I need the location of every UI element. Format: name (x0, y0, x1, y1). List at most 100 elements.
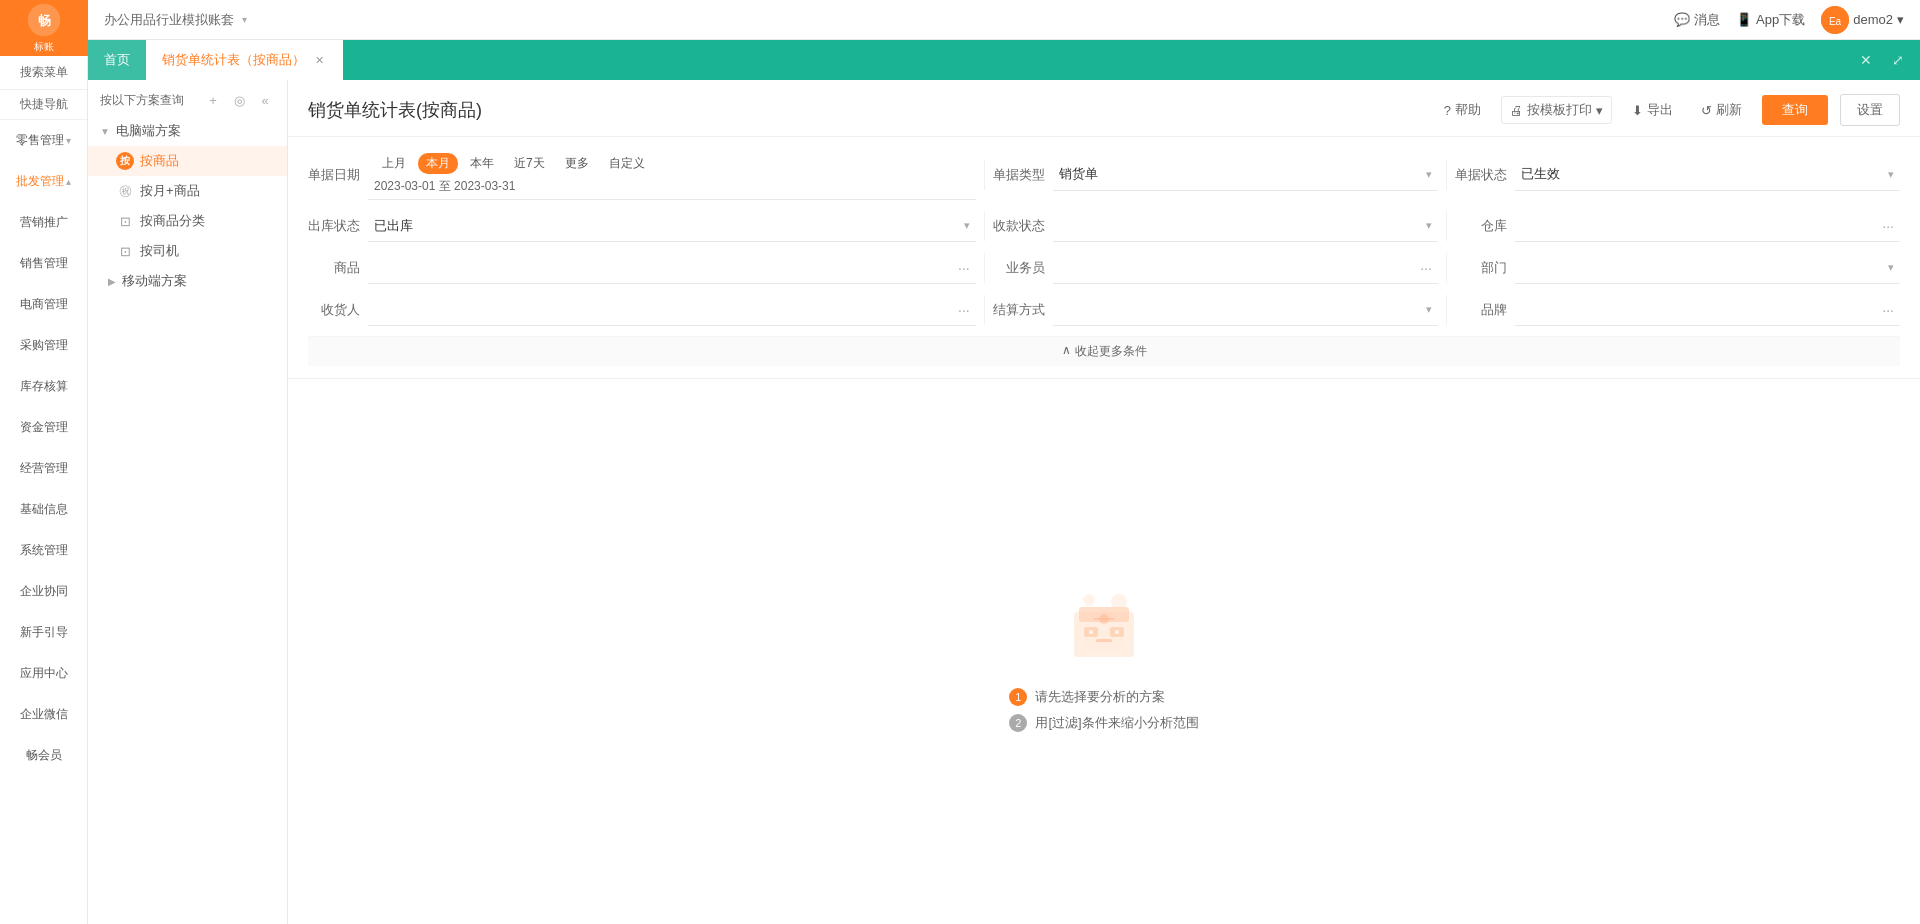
date-range-text: 2023-03-01 至 2023-03-31 (374, 178, 515, 195)
date-btn-more[interactable]: 更多 (557, 153, 597, 174)
tree-mobile-parent[interactable]: ▶ 移动端方案 (88, 266, 287, 296)
date-btn-this-year[interactable]: 本年 (462, 153, 502, 174)
sidebar-item-inventory-label: 库存核算 (20, 378, 68, 395)
out-status-label: 出库状态 (308, 217, 368, 235)
collapse-panel-button[interactable]: « (255, 90, 275, 110)
message-action[interactable]: 💬 消息 (1674, 11, 1720, 29)
tab-report[interactable]: 销货单统计表（按商品） ✕ (146, 40, 343, 80)
tree-child-by-cashier[interactable]: ⊡ 按司机 (88, 236, 287, 266)
page-header: 销货单统计表(按商品) ? 帮助 🖨 按模板打印 ▾ ⬇ 导出 (288, 80, 1920, 137)
date-btn-7days[interactable]: 近7天 (506, 153, 553, 174)
sep5 (984, 253, 985, 283)
tree-child-by-category[interactable]: ⊡ 按商品分类 (88, 206, 287, 236)
salesperson-label: 业务员 (993, 259, 1053, 277)
tree-desktop-parent[interactable]: ▼ 电脑端方案 (88, 116, 287, 146)
sidebar: 畅 标账 搜索菜单 快捷导航 零售管理 ▾ 批发管理 ▴ 营销推广 销售管理 电… (0, 0, 88, 924)
avatar: Ea (1821, 6, 1849, 34)
out-status-control[interactable]: 已出库 ▾ (368, 210, 976, 242)
sidebar-item-appcenter[interactable]: 应用中心 (0, 653, 87, 694)
product-control[interactable]: ··· (368, 252, 976, 284)
tabbar-actions: ✕ ⤢ (1852, 46, 1920, 74)
date-btn-custom[interactable]: 自定义 (601, 153, 653, 174)
print-button[interactable]: 🖨 按模板打印 ▾ (1501, 96, 1612, 124)
app-download-action[interactable]: 📱 App下载 (1736, 11, 1805, 29)
warehouse-dots[interactable]: ··· (1882, 218, 1894, 234)
sidebar-item-retail-label: 零售管理 (16, 132, 64, 149)
quick-nav[interactable]: 快捷导航 (0, 90, 87, 120)
salesperson-control[interactable]: ··· (1053, 252, 1438, 284)
edit-scheme-button[interactable]: ◎ (229, 90, 249, 110)
brand-control[interactable]: ··· (1515, 294, 1900, 326)
sidebar-item-marketing[interactable]: 营销推广 (0, 202, 87, 243)
doc-status-value: 已生效 (1521, 165, 1560, 183)
print-dropdown-icon: ▾ (1596, 103, 1603, 118)
help-button[interactable]: ? 帮助 (1436, 97, 1489, 123)
svg-point-10 (1083, 594, 1095, 606)
sidebar-item-inventory[interactable]: 库存核算 (0, 366, 87, 407)
user-menu[interactable]: Ea demo2 ▾ (1821, 6, 1904, 34)
date-label: 单据日期 (308, 166, 368, 184)
tab-home-label: 首页 (104, 51, 130, 69)
recipient-control[interactable]: ··· (368, 294, 976, 326)
query-button[interactable]: 查询 (1762, 95, 1828, 125)
export-button[interactable]: ⬇ 导出 (1624, 97, 1681, 123)
sidebar-item-operations[interactable]: 经营管理 (0, 448, 87, 489)
warehouse-control[interactable]: ··· (1515, 210, 1900, 242)
payment-control[interactable]: ▾ (1053, 294, 1438, 326)
doc-type-dropdown-icon: ▾ (1426, 168, 1432, 181)
tab-close-all-button[interactable]: ✕ (1852, 46, 1880, 74)
sidebar-item-sales[interactable]: 销售管理 (0, 243, 87, 284)
warehouse-label: 仓库 (1455, 217, 1515, 235)
doc-type-control[interactable]: 销货单 ▾ (1053, 159, 1438, 191)
template-dropdown-icon[interactable]: ▾ (242, 14, 247, 25)
sidebar-item-purchase[interactable]: 采购管理 (0, 325, 87, 366)
sidebar-item-enterprise[interactable]: 企业协同 (0, 571, 87, 612)
brand-dots[interactable]: ··· (1882, 302, 1894, 318)
payment-dropdown-icon: ▾ (1426, 303, 1432, 316)
date-btn-last-month[interactable]: 上月 (374, 153, 414, 174)
tree-child-by-month-product[interactable]: ㊗ 按月+商品 (88, 176, 287, 206)
date-control[interactable]: 上月 本月 本年 近7天 更多 自定义 2023-03-01 至 2023-03… (368, 149, 976, 200)
search-menu[interactable]: 搜索菜单 (0, 56, 87, 90)
sidebar-item-member[interactable]: 畅会员 (0, 735, 87, 776)
sidebar-item-retail[interactable]: 零售管理 ▾ (0, 120, 87, 161)
tabbar: 首页 销货单统计表（按商品） ✕ ✕ ⤢ (88, 40, 1920, 80)
sidebar-item-corpwechat[interactable]: 企业微信 (0, 694, 87, 735)
recipient-dots[interactable]: ··· (958, 302, 970, 318)
refresh-button[interactable]: ↺ 刷新 (1693, 97, 1750, 123)
pay-status-control[interactable]: ▾ (1053, 210, 1438, 242)
sidebar-item-wholesale[interactable]: 批发管理 ▴ (0, 161, 87, 202)
sidebar-item-system[interactable]: 系统管理 (0, 530, 87, 571)
collapse-row[interactable]: ∧ 收起更多条件 (308, 336, 1900, 366)
sep1 (984, 160, 985, 190)
app-download-label: App下载 (1756, 11, 1805, 29)
sidebar-item-finance[interactable]: 资金管理 (0, 407, 87, 448)
settings-button[interactable]: 设置 (1840, 94, 1900, 126)
tab-close-icon[interactable]: ✕ (311, 52, 327, 68)
sidebar-item-ecommerce[interactable]: 电商管理 (0, 284, 87, 325)
help-label: 帮助 (1455, 101, 1481, 119)
sidebar-item-newuser[interactable]: 新手引导 (0, 612, 87, 653)
date-btn-this-month[interactable]: 本月 (418, 153, 458, 174)
filter-row-3: 商品 ··· 业务员 ··· (308, 252, 1900, 284)
sidebar-item-basic[interactable]: 基础信息 (0, 489, 87, 530)
dept-control[interactable]: ▾ (1515, 252, 1900, 284)
filter-out-status-field: 出库状态 已出库 ▾ (308, 210, 976, 242)
collapse-icon: ∧ (1062, 343, 1071, 360)
svg-point-14 (1115, 630, 1119, 634)
salesperson-dots[interactable]: ··· (1420, 260, 1432, 276)
tree-child-by-product[interactable]: 按 按商品 (88, 146, 287, 176)
content: 按以下方案查询 + ◎ « ▼ 电脑端方案 按 按商品 (88, 80, 1920, 924)
pay-status-label: 收款状态 (993, 217, 1053, 235)
tab-expand-button[interactable]: ⤢ (1884, 46, 1912, 74)
doc-status-control[interactable]: 已生效 ▾ (1515, 159, 1900, 191)
sep4 (1446, 211, 1447, 241)
product-dots[interactable]: ··· (958, 260, 970, 276)
svg-text:Ea: Ea (1829, 16, 1842, 27)
empty-state: 1 请先选择要分析的方案 2 用[过滤]条件来缩小分析范围 (288, 379, 1920, 924)
sidebar-item-ecommerce-label: 电商管理 (20, 296, 68, 313)
tab-home[interactable]: 首页 (88, 40, 146, 80)
add-scheme-button[interactable]: + (203, 90, 223, 110)
filter-doc-type-field: 单据类型 销货单 ▾ (993, 159, 1438, 191)
tree-child-by-category-icon: ⊡ (116, 212, 134, 230)
